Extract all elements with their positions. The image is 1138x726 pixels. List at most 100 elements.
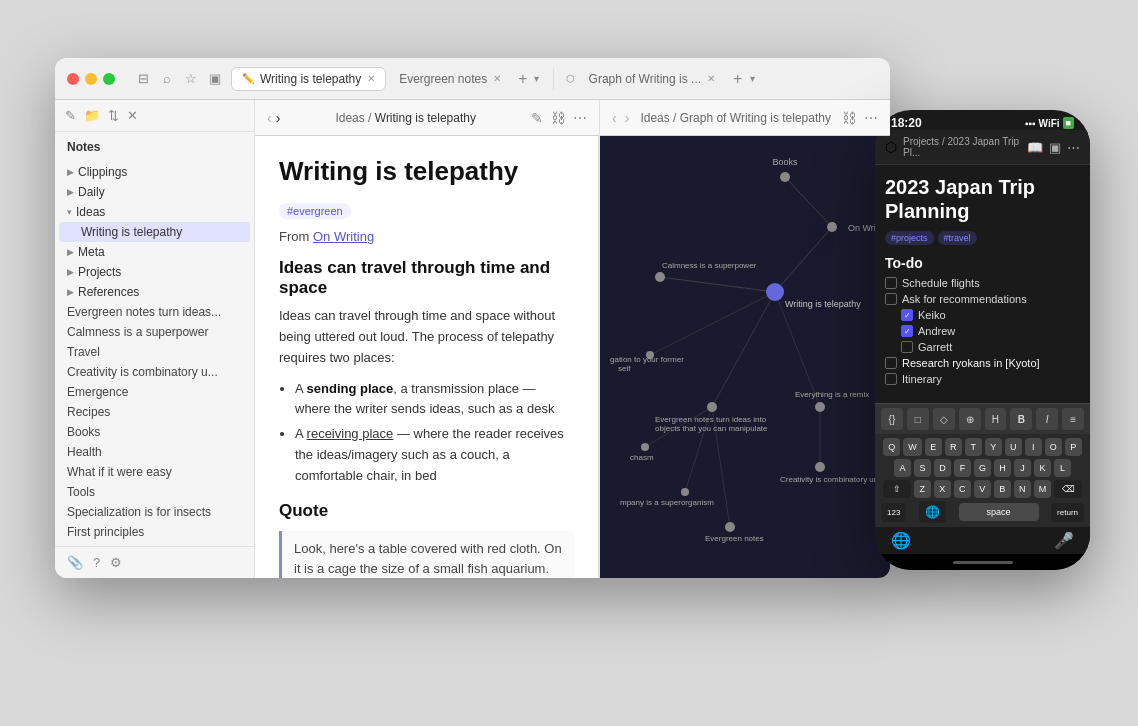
kb-tool-h[interactable]: H xyxy=(985,408,1007,430)
new-tab-button-2[interactable]: + xyxy=(729,70,746,88)
sidebar-item-firstprinciples[interactable]: First principles xyxy=(55,522,254,542)
checkbox-flights[interactable] xyxy=(885,277,897,289)
forward-arrow-icon[interactable]: › xyxy=(276,110,281,126)
key-123[interactable]: 123 xyxy=(881,503,906,522)
link-icon[interactable]: ⛓ xyxy=(551,110,565,126)
key-o[interactable]: O xyxy=(1045,438,1062,456)
checkbox-garrett[interactable] xyxy=(901,341,913,353)
mic-icon[interactable]: 🎤 xyxy=(1054,531,1074,550)
book-icon[interactable]: 📖 xyxy=(1027,140,1043,155)
sidebar-item-creativity[interactable]: Creativity is combinatory u... xyxy=(55,362,254,382)
sidebar-item-recipes[interactable]: Recipes xyxy=(55,402,254,422)
key-m[interactable]: M xyxy=(1034,480,1052,498)
todo-item-andrew[interactable]: ✓ Andrew xyxy=(901,325,1080,337)
checkbox-recommendations[interactable] xyxy=(885,293,897,305)
key-r[interactable]: R xyxy=(945,438,962,456)
key-w[interactable]: W xyxy=(903,438,922,456)
tab-writing[interactable]: ✏️ Writing is telepathy ✕ xyxy=(231,67,386,91)
todo-item-recommendations[interactable]: Ask for recommendations xyxy=(885,293,1080,305)
key-k[interactable]: K xyxy=(1034,459,1051,477)
key-l[interactable]: L xyxy=(1054,459,1071,477)
kb-tool-curly[interactable]: {} xyxy=(881,408,903,430)
graph-link-icon[interactable]: ⛓ xyxy=(842,110,856,126)
kb-tool-tag[interactable]: ◇ xyxy=(933,408,955,430)
todo-label-ryokans[interactable]: Research ryokans in [Kyoto] xyxy=(902,357,1040,369)
sidebar-item-whatif[interactable]: What if it were easy xyxy=(55,462,254,482)
sidebar-toggle-icon[interactable]: ⊟ xyxy=(135,71,151,87)
kb-tool-link[interactable]: ⊕ xyxy=(959,408,981,430)
help-icon[interactable]: ? xyxy=(93,555,100,570)
edit-icon[interactable]: ✎ xyxy=(531,110,543,126)
sidebar-item-clippings[interactable]: ▶ Clippings xyxy=(55,162,254,182)
key-delete[interactable]: ⌫ xyxy=(1054,480,1082,498)
sort-icon[interactable]: ⇅ xyxy=(108,108,119,123)
more-icon[interactable]: ⋯ xyxy=(573,110,587,126)
new-tab-button[interactable]: + xyxy=(514,70,531,88)
note-tag[interactable]: #evergreen xyxy=(279,203,351,219)
key-d[interactable]: D xyxy=(934,459,951,477)
sidebar-item-travel[interactable]: Travel xyxy=(55,342,254,362)
key-h[interactable]: H xyxy=(994,459,1011,477)
star-icon[interactable]: ☆ xyxy=(183,71,199,87)
todo-item-garrett[interactable]: Garrett xyxy=(901,341,1080,353)
key-emoji[interactable]: 🌐 xyxy=(919,501,946,523)
kb-tool-box[interactable]: □ xyxy=(907,408,929,430)
sidebar-item-projects[interactable]: ▶ Projects xyxy=(55,262,254,282)
key-i[interactable]: I xyxy=(1025,438,1042,456)
tab-chevron-icon[interactable]: ▾ xyxy=(534,73,539,84)
back-arrow-icon[interactable]: ‹ xyxy=(267,110,272,126)
kb-tool-list[interactable]: ≡ xyxy=(1062,408,1084,430)
sidebar-item-specialization[interactable]: Specialization is for insects xyxy=(55,502,254,522)
sidebar-item-daily[interactable]: ▶ Daily xyxy=(55,182,254,202)
tag-projects[interactable]: #projects xyxy=(885,231,934,245)
key-s[interactable]: S xyxy=(914,459,931,477)
search-icon[interactable]: ⌕ xyxy=(159,71,175,87)
key-q[interactable]: Q xyxy=(883,438,900,456)
key-n[interactable]: N xyxy=(1014,480,1031,498)
maximize-button[interactable] xyxy=(103,73,115,85)
checkbox-ryokans[interactable] xyxy=(885,357,897,369)
key-u[interactable]: U xyxy=(1005,438,1022,456)
new-note-icon[interactable]: ✎ xyxy=(65,108,76,123)
sidebar-item-meta[interactable]: ▶ Meta xyxy=(55,242,254,262)
more-dots-icon[interactable]: ⋯ xyxy=(1067,140,1080,155)
todo-item-itinerary[interactable]: Itinerary xyxy=(885,373,1080,385)
graph-forward-icon[interactable]: › xyxy=(625,110,630,126)
key-y[interactable]: Y xyxy=(985,438,1002,456)
attachment-icon[interactable]: 📎 xyxy=(67,555,83,570)
key-c[interactable]: C xyxy=(954,480,971,498)
checkbox-andrew[interactable]: ✓ xyxy=(901,325,913,337)
sidebar-item-writing-telepathy[interactable]: Writing is telepathy xyxy=(59,222,250,242)
key-t[interactable]: T xyxy=(965,438,982,456)
sidebar-item-evergreen[interactable]: Evergreen notes turn ideas... xyxy=(55,302,254,322)
sidebar-item-emergence[interactable]: Emergence xyxy=(55,382,254,402)
sidebar-item-health[interactable]: Health xyxy=(55,442,254,462)
key-x[interactable]: X xyxy=(934,480,951,498)
todo-item-ryokans[interactable]: Research ryokans in [Kyoto] xyxy=(885,357,1080,369)
sidebar-item-ideas[interactable]: ▾ Ideas xyxy=(55,202,254,222)
minimize-button[interactable] xyxy=(85,73,97,85)
checkbox-itinerary[interactable] xyxy=(885,373,897,385)
key-return[interactable]: return xyxy=(1051,503,1084,522)
knowledge-graph[interactable]: Books On Writing Calmness is a superpowe… xyxy=(600,136,890,578)
key-p[interactable]: P xyxy=(1065,438,1082,456)
key-shift[interactable]: ⇧ xyxy=(883,480,911,498)
graph-back-icon[interactable]: ‹ xyxy=(612,110,617,126)
sidebar-close-icon[interactable]: ✕ xyxy=(127,108,138,123)
settings-icon[interactable]: ⚙ xyxy=(110,555,122,570)
tab-chevron-2[interactable]: ▾ xyxy=(750,73,755,84)
tab-evergreen[interactable]: Evergreen notes ✕ xyxy=(388,67,512,91)
close-button[interactable] xyxy=(67,73,79,85)
tab-graph-close[interactable]: ✕ xyxy=(707,73,715,84)
kb-tool-italic[interactable]: I xyxy=(1036,408,1058,430)
from-link-anchor[interactable]: On Writing xyxy=(313,229,374,244)
sidebar-item-references[interactable]: ▶ References xyxy=(55,282,254,302)
key-f[interactable]: F xyxy=(954,459,971,477)
sidebar-item-books[interactable]: Books xyxy=(55,422,254,442)
sidebar-item-tools[interactable]: Tools xyxy=(55,482,254,502)
todo-item-keiko[interactable]: ✓ Keiko xyxy=(901,309,1080,321)
layout-icon[interactable]: ▣ xyxy=(1049,140,1061,155)
tab-evergreen-close[interactable]: ✕ xyxy=(493,73,501,84)
key-a[interactable]: A xyxy=(894,459,911,477)
kb-tool-bold[interactable]: B xyxy=(1010,408,1032,430)
